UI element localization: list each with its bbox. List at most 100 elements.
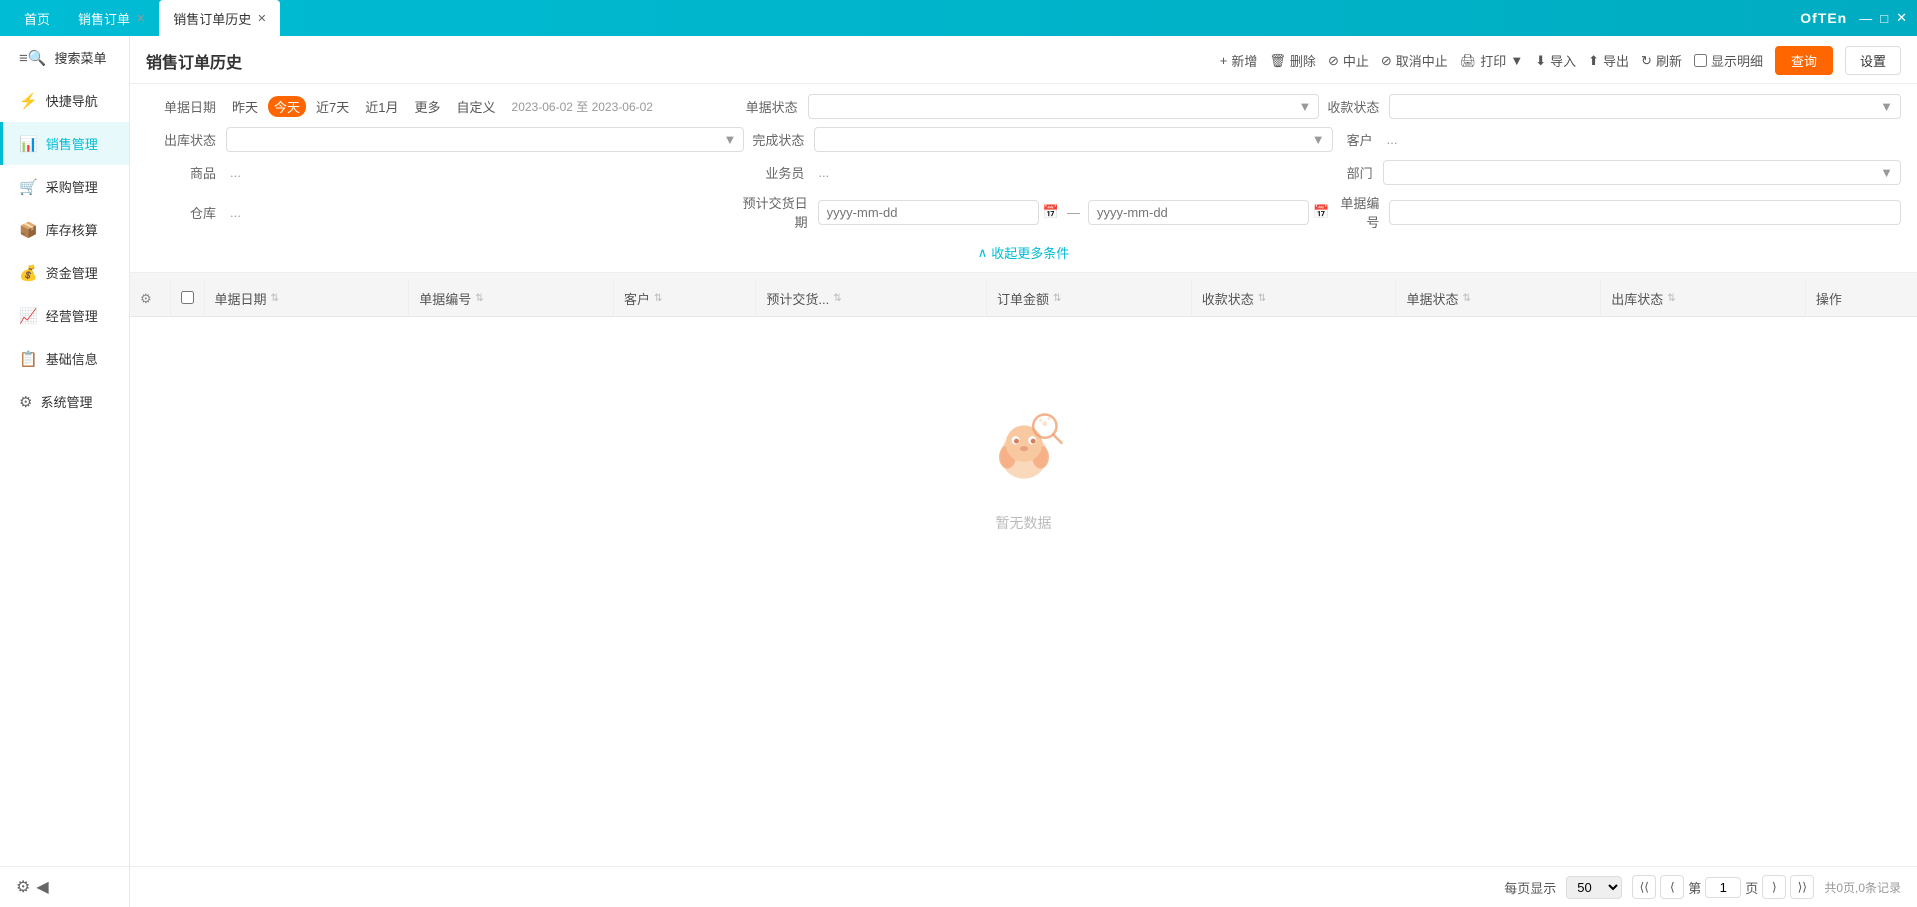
date-btn-1month[interactable]: 近1月 xyxy=(359,96,404,117)
th-outbound-status-sort[interactable]: 出库状态 ⇅ xyxy=(1611,289,1795,308)
stop-button[interactable]: ⊘ 中止 xyxy=(1328,51,1369,70)
current-page-input[interactable] xyxy=(1705,877,1741,898)
delete-button[interactable]: 🗑 删除 xyxy=(1269,51,1316,70)
sidebar-item-basic-info-label: 基础信息 xyxy=(46,349,98,368)
th-customer-sort[interactable]: 客户 ⇅ xyxy=(624,289,745,308)
date-btn-yesterday[interactable]: 昨天 xyxy=(226,96,264,117)
th-order-status-sort[interactable]: 单据状态 ⇅ xyxy=(1406,289,1590,308)
calendar-to-icon[interactable]: 📅 xyxy=(1313,204,1329,220)
close-sales-order-history-icon[interactable]: ✕ xyxy=(257,12,266,25)
payment-status-label: 收款状态 xyxy=(1319,97,1389,116)
department-select[interactable] xyxy=(1383,160,1901,185)
sidebar-item-basic-info[interactable]: 📋 基础信息 xyxy=(0,337,129,380)
outbound-status-select[interactable] xyxy=(226,127,744,152)
sidebar-collapse-icon[interactable]: ◀ xyxy=(36,877,48,897)
sidebar-item-operations-mgmt[interactable]: 📈 经营管理 xyxy=(0,294,129,337)
th-order-no-sort-icon: ⇅ xyxy=(475,293,483,304)
sidebar-item-purchase-mgmt-label: 采购管理 xyxy=(46,177,98,196)
select-all-checkbox[interactable] xyxy=(181,291,194,304)
capital-mgmt-icon: 💰 xyxy=(19,264,38,282)
sidebar-bottom: ⚙ ◀ xyxy=(0,866,129,907)
date-btn-today[interactable]: 今天 xyxy=(268,96,306,117)
product-label: 商品 xyxy=(146,163,226,182)
export-icon: ⬆ xyxy=(1588,53,1599,69)
date-btn-more[interactable]: 更多 xyxy=(409,96,447,117)
order-no-input[interactable] xyxy=(1389,200,1901,225)
sidebar-item-sales-mgmt[interactable]: 📊 销售管理 xyxy=(0,122,129,165)
sidebar-item-search-menu[interactable]: ≡🔍 搜索菜单 xyxy=(0,36,129,79)
close-sales-order-icon[interactable]: ✕ xyxy=(136,12,145,25)
quick-nav-icon: ⚡ xyxy=(19,92,38,110)
payment-status-select[interactable] xyxy=(1389,94,1901,119)
sidebar-item-capital-mgmt[interactable]: 💰 资金管理 xyxy=(0,251,129,294)
display-toggle[interactable]: 显示明细 xyxy=(1694,51,1763,70)
sidebar-item-purchase-mgmt[interactable]: 🛒 采购管理 xyxy=(0,165,129,208)
customer-ellipsis[interactable]: ... xyxy=(1383,132,1402,147)
next-page-button[interactable]: ⟩ xyxy=(1762,875,1786,899)
th-expected-delivery-sort[interactable]: 预计交货... ⇅ xyxy=(766,289,976,308)
calendar-from-icon[interactable]: 📅 xyxy=(1043,204,1059,220)
warehouse-field: ... xyxy=(226,205,738,220)
date-btn-custom[interactable]: 自定义 xyxy=(451,96,502,117)
maximize-icon[interactable]: □ xyxy=(1880,11,1888,26)
th-date-sort[interactable]: 单据日期 ⇅ xyxy=(215,289,399,308)
page-header: 销售订单历史 + 新增 🗑 删除 ⊘ 中止 ⊘ 取消中止 xyxy=(130,36,1917,84)
first-page-button[interactable]: ⟨⟨ xyxy=(1632,875,1656,899)
th-expected-delivery-label: 预计交货... xyxy=(766,289,829,308)
sidebar-item-operations-mgmt-label: 经营管理 xyxy=(46,306,98,325)
minimize-icon[interactable]: — xyxy=(1859,11,1872,26)
operations-mgmt-icon: 📈 xyxy=(19,307,38,325)
department-select-wrap: ▼ xyxy=(1383,160,1901,185)
department-label: 部门 xyxy=(1333,163,1383,182)
export-button[interactable]: ⬆ 导出 xyxy=(1588,51,1629,70)
cancel-stop-button[interactable]: ⊘ 取消中止 xyxy=(1381,51,1448,70)
settings-button[interactable]: 设置 xyxy=(1845,46,1901,75)
sidebar-settings-icon[interactable]: ⚙ xyxy=(16,877,30,897)
th-payment-status-label: 收款状态 xyxy=(1202,289,1254,308)
data-table: ⚙ 单据日期 ⇅ 单据编号 xyxy=(130,281,1917,317)
cancel-stop-icon: ⊘ xyxy=(1381,53,1392,69)
query-button[interactable]: 查询 xyxy=(1775,46,1833,75)
salesperson-ellipsis[interactable]: ... xyxy=(814,165,833,180)
th-customer-sort-icon: ⇅ xyxy=(654,293,662,304)
warehouse-ellipsis[interactable]: ... xyxy=(226,205,245,220)
refresh-button[interactable]: ↻ 刷新 xyxy=(1641,51,1682,70)
sidebar-item-inventory-check[interactable]: 📦 库存核算 xyxy=(0,208,129,251)
tab-sales-order[interactable]: 销售订单 ✕ xyxy=(64,0,159,36)
product-ellipsis[interactable]: ... xyxy=(226,165,245,180)
toolbar: + 新增 🗑 删除 ⊘ 中止 ⊘ 取消中止 🖨 打印 xyxy=(1220,46,1901,75)
purchase-mgmt-icon: 🛒 xyxy=(19,178,38,196)
display-toggle-checkbox[interactable] xyxy=(1694,54,1707,67)
th-order-amount-sort[interactable]: 订单金额 ⇅ xyxy=(997,289,1181,308)
th-payment-status-sort[interactable]: 收款状态 ⇅ xyxy=(1202,289,1386,308)
new-button[interactable]: + 新增 xyxy=(1220,51,1258,70)
prev-page-button[interactable]: ⟨ xyxy=(1660,875,1684,899)
top-bar: 首页 销售订单 ✕ 销售订单历史 ✕ OfTEn — □ ✕ xyxy=(0,0,1917,36)
stop-label: 中止 xyxy=(1343,51,1369,70)
page-size-select[interactable]: 50 10 20 100 xyxy=(1566,876,1622,899)
stop-icon: ⊘ xyxy=(1328,53,1339,69)
order-status-select[interactable] xyxy=(808,94,1320,119)
print-button[interactable]: 🖨 打印 ▼ xyxy=(1460,51,1523,70)
sidebar-item-system-mgmt[interactable]: ⚙ 系统管理 xyxy=(0,380,129,423)
table-gear-icon[interactable]: ⚙ xyxy=(140,291,152,306)
th-order-no: 单据编号 ⇅ xyxy=(409,281,614,317)
delivery-date-to[interactable] xyxy=(1088,200,1309,225)
window-close-icon[interactable]: ✕ xyxy=(1896,10,1907,26)
tab-sales-order-history[interactable]: 销售订单历史 ✕ xyxy=(159,0,280,36)
tab-home[interactable]: 首页 xyxy=(10,0,64,36)
outbound-status-select-wrap: ▼ xyxy=(226,127,744,152)
page-unit: 页 xyxy=(1745,878,1758,897)
date-btn-7days[interactable]: 近7天 xyxy=(310,96,355,117)
delivery-date-from[interactable] xyxy=(818,200,1039,225)
new-label: 新增 xyxy=(1231,51,1257,70)
import-button[interactable]: ⬇ 导入 xyxy=(1535,51,1576,70)
last-page-button[interactable]: ⟩⟩ xyxy=(1790,875,1814,899)
sidebar-item-system-mgmt-label: 系统管理 xyxy=(40,392,92,411)
date-range-text: 2023-06-02 至 2023-06-02 xyxy=(512,98,653,115)
th-order-no-sort[interactable]: 单据编号 ⇅ xyxy=(419,289,603,308)
sidebar-item-quick-nav[interactable]: ⚡ 快捷导航 xyxy=(0,79,129,122)
completion-status-select[interactable] xyxy=(814,127,1332,152)
collapse-bar[interactable]: ∧ 收起更多条件 xyxy=(146,239,1901,262)
order-status-label: 单据状态 xyxy=(738,97,808,116)
